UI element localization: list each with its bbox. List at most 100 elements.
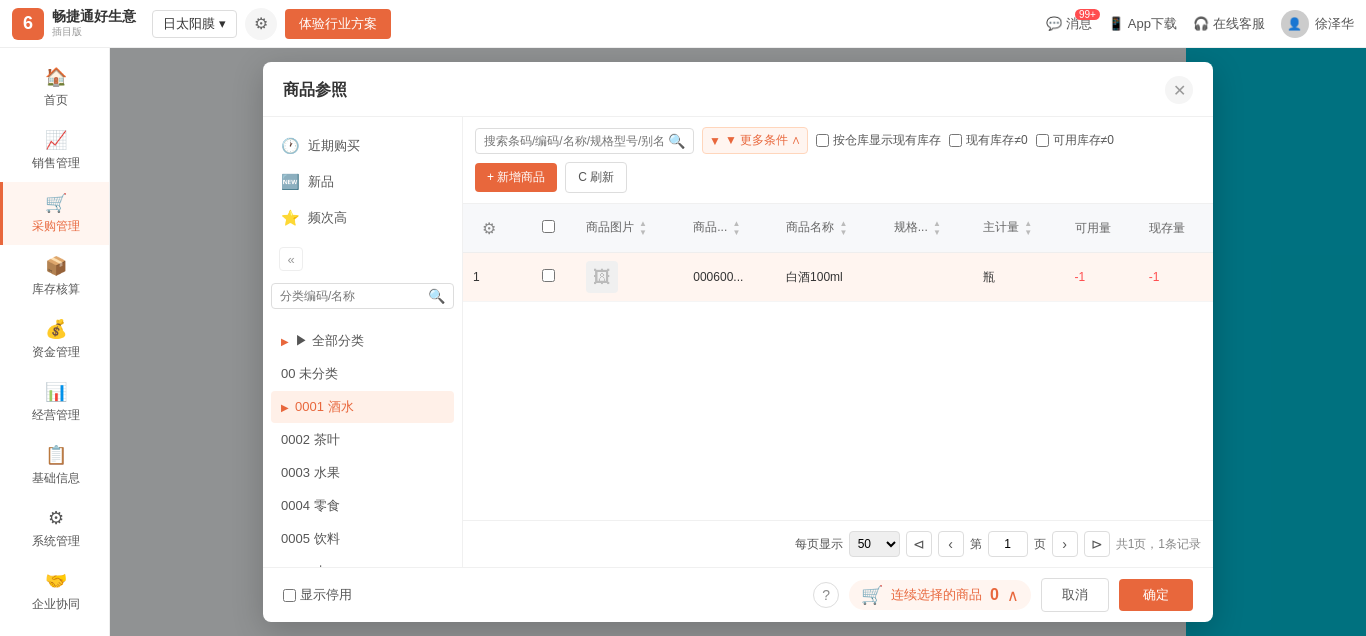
- cb-nonzero-stock[interactable]: 现有库存≠0: [949, 132, 1027, 149]
- confirm-button[interactable]: 确定: [1119, 579, 1193, 611]
- row-checkbox[interactable]: [542, 269, 555, 282]
- tab-new[interactable]: 🆕 新品: [271, 165, 454, 199]
- home-icon: 🏠: [45, 66, 67, 88]
- row-checkbox-cell[interactable]: [532, 253, 576, 302]
- cb-available-stock[interactable]: 可用库存≠0: [1036, 132, 1114, 149]
- message-icon: 💬: [1046, 16, 1062, 31]
- pagination: 每页显示 50 10 20 100 ⊲ ‹ 第 页: [463, 520, 1213, 567]
- settings-col-icon[interactable]: ⚙: [473, 212, 505, 244]
- cat-item-0002[interactable]: 0002 茶叶: [271, 424, 454, 456]
- sidebar-label: 企业协同: [32, 596, 80, 613]
- cat-item-0008[interactable]: 0008 水: [271, 556, 454, 567]
- tab-recent[interactable]: 🕐 近期购买: [271, 129, 454, 163]
- sidebar-item-system[interactable]: ⚙ 系统管理: [0, 497, 109, 560]
- next-page-button[interactable]: ›: [1052, 531, 1078, 557]
- sidebar-item-purchase[interactable]: 🛒 采购管理: [0, 182, 109, 245]
- cart-collapse-icon[interactable]: ∧: [1007, 586, 1019, 605]
- cat-item-0004[interactable]: 0004 零食: [271, 490, 454, 522]
- category-search-input[interactable]: [280, 289, 424, 303]
- app-download-button[interactable]: 📱 App下载: [1108, 15, 1177, 33]
- modal-close-button[interactable]: ✕: [1165, 76, 1193, 104]
- table-row[interactable]: 1 🖼 000600... 白酒100ml: [463, 253, 1213, 302]
- star-icon: ⭐: [281, 209, 300, 227]
- cat-item-00[interactable]: 00 未分类: [271, 358, 454, 390]
- prev-page-button[interactable]: ‹: [938, 531, 964, 557]
- sidebar-item-guide[interactable]: 📖 新手引导: [0, 623, 109, 636]
- sidebar-item-enterprise[interactable]: 🤝 企业协同: [0, 560, 109, 623]
- warehouse-stock-checkbox[interactable]: [816, 134, 829, 147]
- show-disabled-checkbox[interactable]: 显示停用: [283, 586, 352, 604]
- tab-frequent[interactable]: ⭐ 频次高: [271, 201, 454, 235]
- first-page-button[interactable]: ⊲: [906, 531, 932, 557]
- help-button[interactable]: ?: [813, 582, 839, 608]
- cat-item-0005[interactable]: 0005 饮料: [271, 523, 454, 555]
- nav-selector[interactable]: 日太阳膜 ▾: [152, 10, 237, 38]
- col-stock: 现存量: [1139, 204, 1213, 253]
- add-product-button[interactable]: + 新增商品: [475, 163, 557, 192]
- sort-icon: ▲▼: [839, 219, 847, 237]
- base-info-icon: 📋: [45, 444, 67, 466]
- page-info: 共1页，1条记录: [1116, 536, 1201, 553]
- select-all-checkbox[interactable]: [542, 220, 555, 233]
- disabled-checkbox[interactable]: [283, 589, 296, 602]
- search-icon: 🔍: [428, 288, 445, 304]
- sidebar-label: 经营管理: [32, 407, 80, 424]
- collapse-button[interactable]: «: [279, 247, 303, 271]
- online-service-button[interactable]: 🎧 在线客服: [1193, 15, 1265, 33]
- sidebar-item-base-info[interactable]: 📋 基础信息: [0, 434, 109, 497]
- last-page-button[interactable]: ⊳: [1084, 531, 1110, 557]
- cancel-button[interactable]: 取消: [1041, 578, 1109, 612]
- message-badge: 99+: [1075, 9, 1100, 20]
- page-number-input[interactable]: [988, 531, 1028, 557]
- sidebar-label: 基础信息: [32, 470, 80, 487]
- col-available: 可用量: [1065, 204, 1139, 253]
- sidebar-item-home[interactable]: 🏠 首页: [0, 56, 109, 119]
- content-area: 商品参照 ✕ 🕐 近期购买 🆕: [110, 48, 1366, 636]
- refresh-button[interactable]: C 刷新: [565, 162, 627, 193]
- cat-item-0003[interactable]: 0003 水果: [271, 457, 454, 489]
- page-unit: 页: [1034, 536, 1046, 553]
- per-page-select[interactable]: 50 10 20 100: [849, 531, 900, 557]
- cb-warehouse-stock[interactable]: 按仓库显示现有库存: [816, 132, 941, 149]
- trial-button[interactable]: 体验行业方案: [285, 9, 391, 39]
- product-thumbnail: 🖼: [586, 261, 618, 293]
- sidebar-label: 首页: [44, 92, 68, 109]
- cat-item-0001[interactable]: ▶ 0001 酒水: [271, 391, 454, 423]
- headset-icon: 🎧: [1193, 16, 1209, 31]
- logo-area: 6 畅捷通好生意 插目版: [12, 8, 136, 40]
- sidebar-label: 资金管理: [32, 344, 80, 361]
- table-header-row: ⚙ 商品图片 ▲▼: [463, 204, 1213, 253]
- filter-button[interactable]: ▼ ▼ 更多条件 ∧: [702, 127, 808, 154]
- row-spec-cell: [884, 253, 973, 302]
- sidebar-item-inventory[interactable]: 📦 库存核算: [0, 245, 109, 308]
- gear-button[interactable]: ⚙: [245, 8, 277, 40]
- left-panel-tabs: 🕐 近期购买 🆕 新品 ⭐ 频次高: [263, 125, 462, 239]
- sidebar-item-finance[interactable]: 💰 资金管理: [0, 308, 109, 371]
- cart-count: 0: [990, 586, 999, 604]
- right-panel: 🔍 ▼ ▼ 更多条件 ∧ 按仓库显示现有库存: [463, 117, 1213, 567]
- row-image-cell: 🖼: [576, 253, 684, 302]
- nonzero-stock-checkbox[interactable]: [949, 134, 962, 147]
- product-search-box[interactable]: 🔍: [475, 128, 694, 154]
- col-checkbox: [532, 204, 576, 253]
- product-reference-modal: 商品参照 ✕ 🕐 近期购买 🆕: [263, 62, 1213, 622]
- left-search-box[interactable]: 🔍: [271, 283, 454, 309]
- product-search-input[interactable]: [484, 134, 664, 148]
- row-available-cell: -1: [1065, 253, 1139, 302]
- left-panel: 🕐 近期购买 🆕 新品 ⭐ 频次高: [263, 117, 463, 567]
- avatar: 👤: [1281, 10, 1309, 38]
- modal-body: 🕐 近期购买 🆕 新品 ⭐ 频次高: [263, 117, 1213, 567]
- messages-button[interactable]: 💬 消息 99+: [1046, 15, 1092, 33]
- cat-all[interactable]: ▶ ▶ 全部分类: [271, 325, 454, 357]
- col-spec: 规格... ▲▼: [884, 204, 973, 253]
- user-avatar-area[interactable]: 👤 徐泽华: [1281, 10, 1354, 38]
- sidebar-item-sales[interactable]: 📈 销售管理: [0, 119, 109, 182]
- search-icon: 🔍: [668, 133, 685, 149]
- col-settings: ⚙: [463, 204, 532, 253]
- sidebar-label: 库存核算: [32, 281, 80, 298]
- sort-icon: ▲▼: [733, 219, 741, 237]
- available-stock-checkbox[interactable]: [1036, 134, 1049, 147]
- top-nav: 6 畅捷通好生意 插目版 日太阳膜 ▾ ⚙ 体验行业方案 💬 消息 99+ 📱 …: [0, 0, 1366, 48]
- sort-icon: ▲▼: [933, 219, 941, 237]
- sidebar-item-operations[interactable]: 📊 经营管理: [0, 371, 109, 434]
